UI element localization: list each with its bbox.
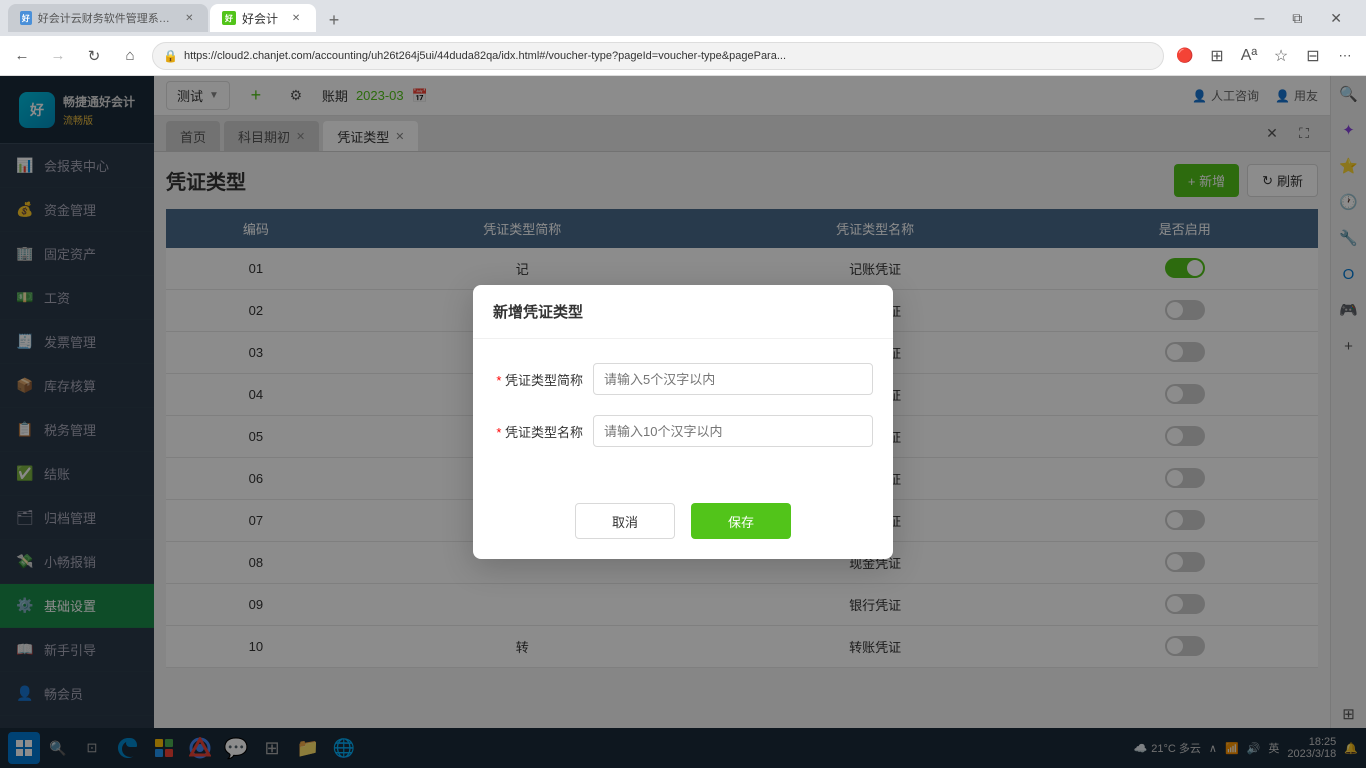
abbr-input[interactable] <box>593 363 873 395</box>
back-button[interactable]: ← <box>8 42 36 70</box>
name-label: 凭证类型名称 <box>493 422 583 441</box>
home-button[interactable]: ⌂ <box>116 42 144 70</box>
name-input[interactable] <box>593 415 873 447</box>
form-row-name: 凭证类型名称 <box>493 415 873 447</box>
dialog-title: 新增凭证类型 <box>493 304 583 321</box>
dialog-header: 新增凭证类型 <box>473 285 893 339</box>
forward-button[interactable]: → <box>44 42 72 70</box>
extensions-button[interactable]: 🔴 <box>1172 43 1198 69</box>
cancel-button[interactable]: 取消 <box>575 503 675 539</box>
split-view-button[interactable]: ⊟ <box>1300 43 1326 69</box>
dialog-overlay: 新增凭证类型 凭证类型简称 凭证类型名称 取消 保存 <box>0 76 1366 768</box>
add-to-collections-button[interactable]: ⊞ <box>1204 43 1230 69</box>
close-button[interactable]: ✕ <box>1322 8 1350 29</box>
minimize-button[interactable]: ─ <box>1246 8 1272 28</box>
dialog: 新增凭证类型 凭证类型简称 凭证类型名称 取消 保存 <box>473 285 893 559</box>
browser-tab-1[interactable]: 好 好会计云财务软件管理系统_会计 ✕ <box>8 4 208 32</box>
browser-tab-2[interactable]: 好 好会计 ✕ <box>210 4 316 32</box>
abbr-label: 凭证类型简称 <box>493 370 583 389</box>
tab-favicon-1: 好 <box>20 11 32 25</box>
tab-favicon-2: 好 <box>222 11 236 25</box>
new-tab-button[interactable]: + <box>322 8 346 32</box>
tab-title-1: 好会计云财务软件管理系统_会计 <box>38 10 173 26</box>
dialog-footer: 取消 保存 <box>473 491 893 559</box>
form-row-abbr: 凭证类型简称 <box>493 363 873 395</box>
tab-title-2: 好会计 <box>242 10 278 27</box>
tab-close-2[interactable]: ✕ <box>288 10 304 26</box>
tab-close-1[interactable]: ✕ <box>183 10 196 26</box>
address-text: https://cloud2.chanjet.com/accounting/uh… <box>184 50 1153 62</box>
read-aloud-button[interactable]: Aª <box>1236 43 1262 69</box>
restore-button[interactable]: ⧉ <box>1284 8 1310 29</box>
save-button[interactable]: 保存 <box>691 503 791 539</box>
address-bar[interactable]: 🔒 https://cloud2.chanjet.com/accounting/… <box>152 42 1164 70</box>
dialog-body: 凭证类型简称 凭证类型名称 <box>473 339 893 491</box>
favorites-button[interactable]: ☆ <box>1268 43 1294 69</box>
browser-settings-button[interactable]: ⋯ <box>1332 43 1358 69</box>
reload-button[interactable]: ↻ <box>80 42 108 70</box>
